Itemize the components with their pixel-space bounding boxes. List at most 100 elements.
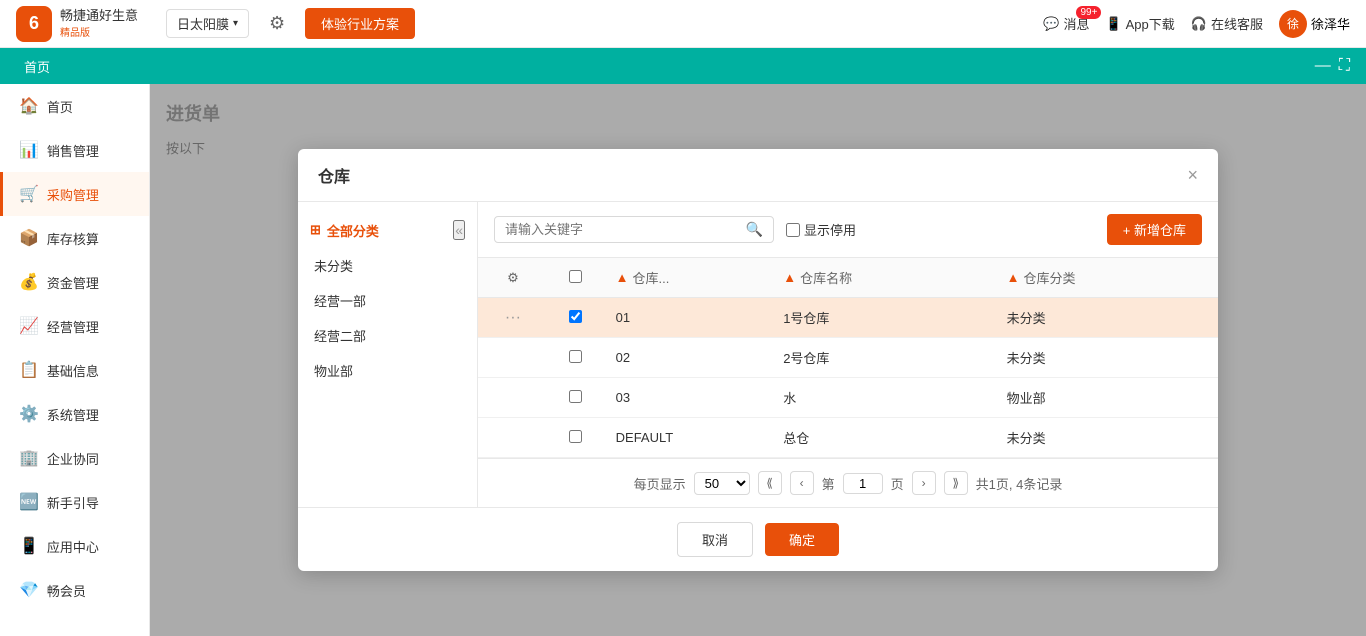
row-checkbox-cell[interactable] — [548, 418, 604, 458]
th-gear: ⚙ — [478, 258, 548, 298]
sidebar-item-inventory[interactable]: 📦 库存核算 — [0, 216, 149, 260]
row-checkbox-cell[interactable] — [548, 338, 604, 378]
row-name: 水 — [771, 378, 994, 418]
page-first-button[interactable]: ⟪ — [758, 471, 782, 495]
sidebar-label: 经营管理 — [47, 317, 99, 336]
operation-icon: 📈 — [19, 316, 39, 336]
system-icon: ⚙️ — [19, 404, 39, 424]
tree-item-unclassified[interactable]: 未分类 — [298, 248, 477, 283]
row-code: DEFAULT — [604, 418, 772, 458]
modal-backdrop: 仓库 × ⊞ 全部分类 « 未分类 — [150, 84, 1366, 636]
vip-icon: 💎 — [19, 580, 39, 600]
service-action[interactable]: 🎧 在线客服 — [1191, 14, 1263, 33]
sales-icon: 📊 — [19, 140, 39, 160]
all-category-label: 全部分类 — [327, 221, 379, 240]
brand-sub: 精品版 — [60, 24, 138, 39]
headset-icon: 🎧 — [1191, 16, 1207, 32]
sidebar-item-home[interactable]: 🏠 首页 — [0, 84, 149, 128]
show-disabled-checkbox[interactable] — [786, 223, 800, 237]
sidebar-item-operation[interactable]: 📈 经营管理 — [0, 304, 149, 348]
avatar-initials: 徐 — [1287, 15, 1299, 32]
brand-info: 畅捷通好生意 精品版 — [60, 8, 138, 40]
row-checkbox-cell[interactable] — [548, 298, 604, 338]
message-action[interactable]: 💬 消息 99+ — [1043, 14, 1089, 33]
message-badge: 99+ — [1076, 6, 1101, 19]
settings-button[interactable]: ⚙ — [261, 8, 293, 40]
avatar: 徐 — [1279, 10, 1307, 38]
th-code[interactable]: ▲ 仓库... — [604, 258, 772, 298]
tree-item-dept2[interactable]: 经营二部 — [298, 318, 477, 353]
table-row[interactable]: DEFAULT 总仓 未分类 — [478, 418, 1218, 458]
row-code: 01 — [604, 298, 772, 338]
collapse-tree-button[interactable]: « — [453, 220, 465, 240]
warehouse-table: ⚙ ▲ 仓库... — [478, 258, 1218, 458]
page-next-button[interactable]: › — [912, 471, 936, 495]
row-action-cell — [478, 418, 548, 458]
sidebar-item-basic[interactable]: 📋 基础信息 — [0, 348, 149, 392]
page-size-select[interactable]: 50 10 20 100 — [694, 472, 750, 495]
sidebar-label: 新手引导 — [47, 493, 99, 512]
home-link[interactable]: 首页 — [16, 53, 58, 80]
tree-all-categories[interactable]: ⊞ 全部分类 — [310, 221, 379, 240]
store-name: 日太阳膜 — [177, 14, 229, 33]
th-category[interactable]: ▲ 仓库分类 — [995, 258, 1218, 298]
sidebar-item-finance[interactable]: 💰 资金管理 — [0, 260, 149, 304]
trial-button[interactable]: 体验行业方案 — [305, 8, 415, 39]
sidebar-item-guide[interactable]: 🆕 新手引导 — [0, 480, 149, 524]
th-checkbox — [548, 258, 604, 298]
select-all-checkbox[interactable] — [569, 270, 582, 283]
table-row[interactable]: 03 水 物业部 — [478, 378, 1218, 418]
page-prev-button[interactable]: ‹ — [790, 471, 814, 495]
table-row[interactable]: ··· 01 1号仓库 未分类 — [478, 298, 1218, 338]
user-avatar-area[interactable]: 徐 徐泽华 — [1279, 10, 1350, 38]
table-row[interactable]: 02 2号仓库 未分类 — [478, 338, 1218, 378]
window-controls: — ⛶ — [1315, 57, 1350, 75]
header-center: 日太阳膜 ▾ ⚙ 体验行业方案 — [166, 8, 1043, 40]
content-area: 进货单 按以下 仓库 × ⊞ — [150, 84, 1366, 636]
row-checkbox-cell[interactable] — [548, 378, 604, 418]
row-category: 物业部 — [995, 378, 1218, 418]
row-checkbox[interactable] — [569, 390, 582, 403]
service-label: 在线客服 — [1211, 14, 1263, 33]
confirm-button[interactable]: 确定 — [765, 523, 839, 556]
tree-item-dept1[interactable]: 经营一部 — [298, 283, 477, 318]
sidebar-item-vip[interactable]: 💎 畅会员 — [0, 568, 149, 612]
show-disabled-label[interactable]: 显示停用 — [786, 220, 856, 239]
row-name: 1号仓库 — [771, 298, 994, 338]
sidebar-item-sales[interactable]: 📊 销售管理 — [0, 128, 149, 172]
tree-header: ⊞ 全部分类 « — [298, 214, 477, 248]
page-number-input[interactable] — [843, 473, 883, 494]
sidebar-item-purchase[interactable]: 🛒 采购管理 — [0, 172, 149, 216]
search-icon[interactable]: 🔍 — [746, 221, 763, 238]
page-last-button[interactable]: ⟫ — [944, 471, 968, 495]
sidebar-item-system[interactable]: ⚙️ 系统管理 — [0, 392, 149, 436]
th-code-label: 仓库... — [633, 268, 670, 287]
header-right: 💬 消息 99+ 📱 App下载 🎧 在线客服 徐 徐泽华 — [1043, 10, 1350, 38]
modal-title: 仓库 — [318, 163, 350, 187]
sidebar: 🏠 首页 📊 销售管理 🛒 采购管理 📦 库存核算 💰 资金管理 📈 经营管理 … — [0, 84, 150, 636]
add-warehouse-button[interactable]: + 新增仓库 — [1107, 214, 1202, 245]
maximize-button[interactable]: ⛶ — [1339, 57, 1350, 75]
table-body: ··· 01 1号仓库 未分类 02 2号仓库 未分类 — [478, 298, 1218, 458]
row-code: 03 — [604, 378, 772, 418]
app-download-action[interactable]: 📱 App下载 — [1105, 14, 1174, 33]
row-checkbox[interactable] — [569, 310, 582, 323]
row-category: 未分类 — [995, 418, 1218, 458]
sidebar-item-appcenter[interactable]: 📱 应用中心 — [0, 524, 149, 568]
cancel-button[interactable]: 取消 — [677, 522, 753, 557]
row-checkbox[interactable] — [569, 350, 582, 363]
sidebar-item-enterprise[interactable]: 🏢 企业协同 — [0, 436, 149, 480]
minimize-button[interactable]: — — [1315, 57, 1331, 75]
row-checkbox[interactable] — [569, 430, 582, 443]
search-input[interactable] — [505, 222, 746, 237]
store-selector[interactable]: 日太阳膜 ▾ — [166, 9, 249, 38]
action-dots[interactable]: ··· — [505, 309, 521, 326]
sidebar-label: 畅会员 — [47, 581, 86, 600]
inventory-icon: 📦 — [19, 228, 39, 248]
page-text-label: 第 — [822, 474, 835, 493]
modal-close-button[interactable]: × — [1187, 165, 1198, 186]
th-name[interactable]: ▲ 仓库名称 — [771, 258, 994, 298]
tree-item-dept3[interactable]: 物业部 — [298, 353, 477, 388]
sidebar-label: 销售管理 — [47, 141, 99, 160]
sidebar-label: 采购管理 — [47, 185, 99, 204]
